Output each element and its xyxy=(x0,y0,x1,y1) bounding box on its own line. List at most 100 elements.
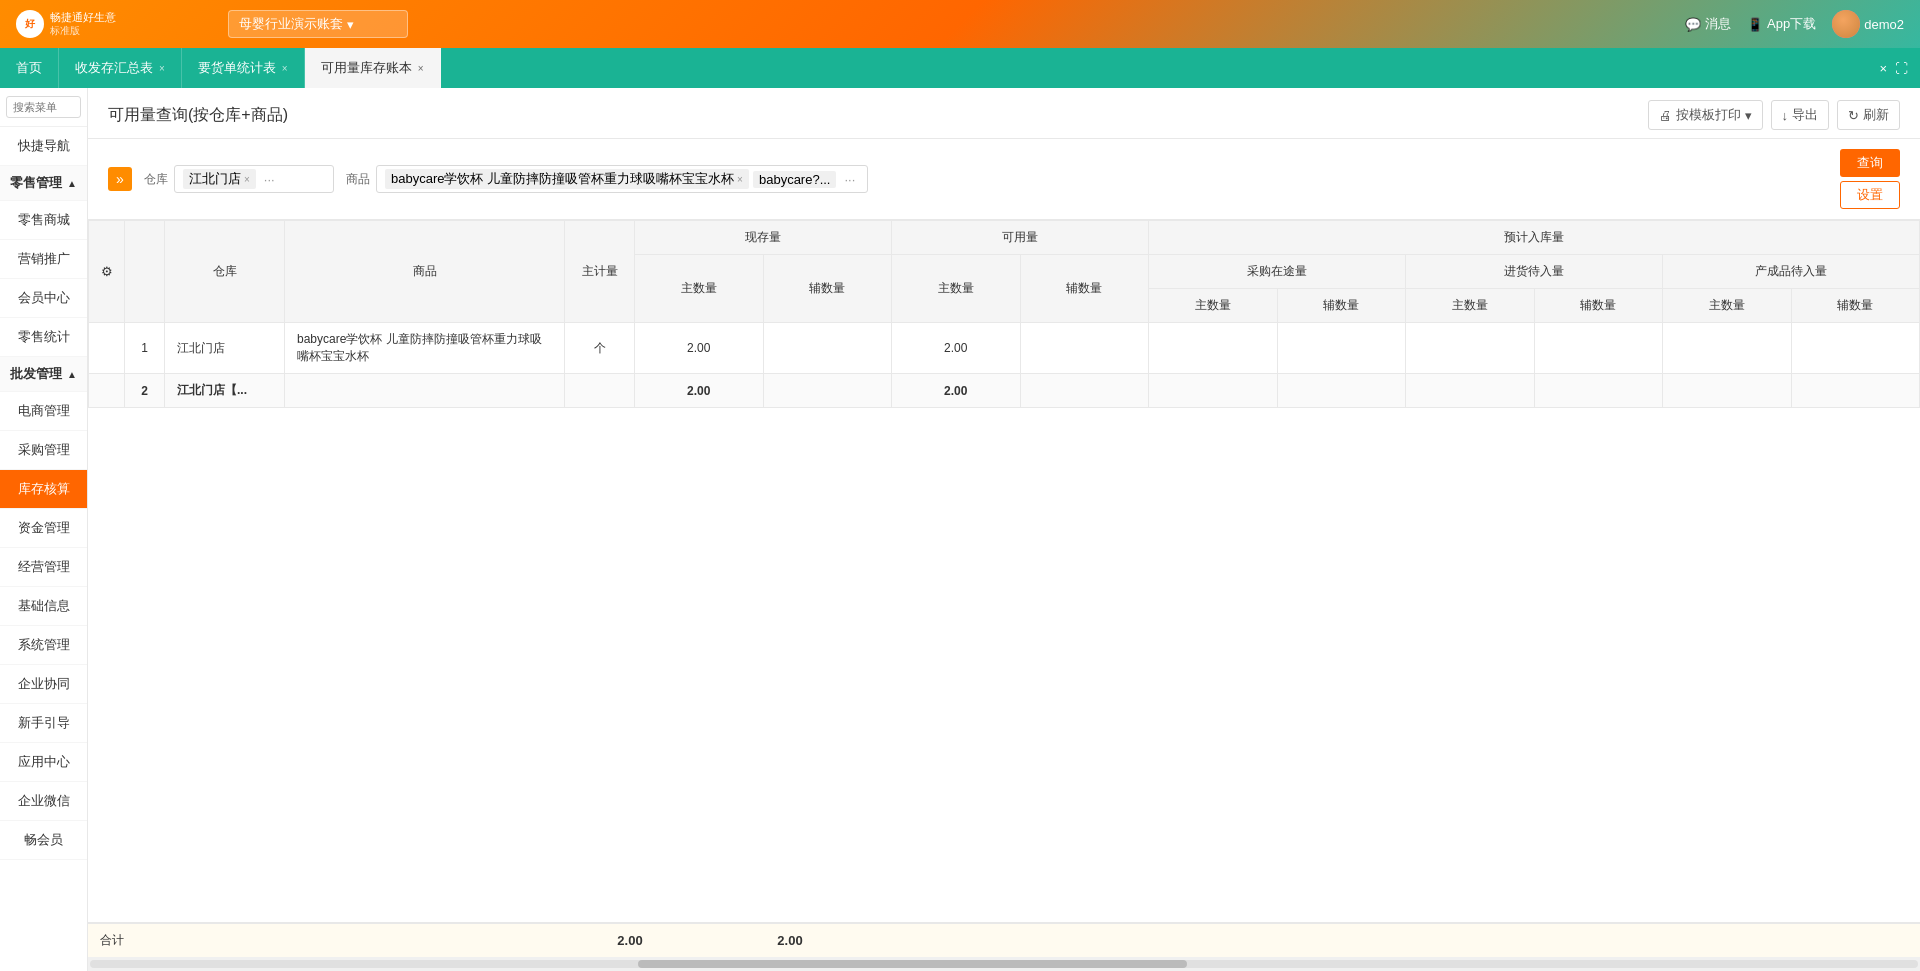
refresh-icon: ↻ xyxy=(1848,108,1859,123)
app-download-label: App下载 xyxy=(1767,15,1816,33)
print-button[interactable]: 🖨 按模板打印 ▾ xyxy=(1648,100,1763,130)
sidebar-item-basic-info[interactable]: 基础信息 xyxy=(0,587,87,626)
sidebar-item-app-center[interactable]: 应用中心 xyxy=(0,743,87,782)
message-icon: 💬 xyxy=(1685,17,1701,32)
footer-stock-aux xyxy=(670,933,750,948)
logo-icon: 好 xyxy=(16,10,44,38)
th-incoming-aux: 辅数量 xyxy=(1534,289,1663,323)
app-download-button[interactable]: 📱 App下载 xyxy=(1747,15,1816,33)
sidebar-item-member-vip[interactable]: 畅会员 xyxy=(0,821,87,860)
tab-receive-summary-close[interactable]: × xyxy=(159,63,165,74)
settings-button[interactable]: 设置 xyxy=(1840,181,1900,209)
warehouse-tag-remove[interactable]: × xyxy=(244,174,250,185)
th-purchase-group: 采购在途量 xyxy=(1149,255,1406,289)
export-button[interactable]: ↓ 导出 xyxy=(1771,100,1830,130)
tab-available-inventory[interactable]: 可用量库存账本 × xyxy=(305,48,441,88)
expand-button[interactable]: » xyxy=(108,167,132,191)
th-production-aux: 辅数量 xyxy=(1791,289,1920,323)
warehouse-tag-value: 江北门店 xyxy=(189,170,241,188)
sidebar-item-system-mgmt[interactable]: 系统管理 xyxy=(0,626,87,665)
sidebar-item-enterprise-wechat[interactable]: 企业微信 xyxy=(0,782,87,821)
sidebar-item-marketing[interactable]: 营销推广 xyxy=(0,240,87,279)
new-guide-label: 新手引导 xyxy=(18,715,70,730)
goods-filter-input[interactable]: babycare学饮杯 儿童防摔防撞吸管杯重力球吸嘴杯宝宝水杯 × babyca… xyxy=(376,165,868,193)
th-goods: 商品 xyxy=(285,221,565,323)
sidebar-item-retail-mgmt[interactable]: 零售管理 ▲ xyxy=(0,166,87,201)
logo-text-block: 畅捷通好生意 标准版 xyxy=(50,10,116,38)
main-layout: 快捷导航 零售管理 ▲ 零售商城 营销推广 会员中心 零售统计 批发管理 ▲ 电… xyxy=(0,88,1920,971)
footer-available-aux xyxy=(830,933,910,948)
goods-tag-1-remove[interactable]: × xyxy=(737,174,743,185)
scrollbar-thumb[interactable] xyxy=(638,960,1186,968)
wholesale-mgmt-arrow: ▲ xyxy=(67,369,77,380)
query-button[interactable]: 查询 xyxy=(1840,149,1900,177)
sidebar-item-quick-nav[interactable]: 快捷导航 xyxy=(0,127,87,166)
app-center-label: 应用中心 xyxy=(18,754,70,769)
avatar-image xyxy=(1832,10,1860,38)
export-label: 导出 xyxy=(1792,106,1818,124)
tab-receive-summary-label: 收发存汇总表 xyxy=(75,59,153,77)
goods-tag-1-value: babycare学饮杯 儿童防摔防撞吸管杯重力球吸嘴杯宝宝水杯 xyxy=(391,170,734,188)
th-no xyxy=(125,221,165,323)
tab-order-stats[interactable]: 要货单统计表 × xyxy=(182,48,305,88)
sidebar-item-inventory-check[interactable]: 库存核算 xyxy=(0,470,87,509)
retail-mgmt-arrow: ▲ xyxy=(67,178,77,189)
tab-home[interactable]: 首页 xyxy=(0,48,59,88)
scrollbar-track[interactable] xyxy=(90,960,1918,968)
page-actions: 🖨 按模板打印 ▾ ↓ 导出 ↻ 刷新 xyxy=(1648,100,1901,130)
close-all-icon[interactable]: × xyxy=(1879,61,1887,76)
goods-filter-dots[interactable]: ··· xyxy=(840,172,859,187)
sidebar-item-purchase[interactable]: 采购管理 xyxy=(0,431,87,470)
tab-order-stats-close[interactable]: × xyxy=(282,63,288,74)
inventory-check-label: 库存核算 xyxy=(18,481,70,496)
goods-tag-2: babycare?... xyxy=(753,171,837,188)
warehouse-filter-input[interactable]: 江北门店 × ··· xyxy=(174,165,334,193)
tab-available-inventory-label: 可用量库存账本 xyxy=(321,59,412,77)
industry-label: 母婴行业演示账套 xyxy=(239,15,343,33)
sidebar-item-finance[interactable]: 资金管理 xyxy=(0,509,87,548)
sidebar-item-retail-stats[interactable]: 零售统计 xyxy=(0,318,87,357)
th-stock-group: 现存量 xyxy=(635,221,892,255)
member-vip-label: 畅会员 xyxy=(24,832,63,847)
sidebar-item-operations[interactable]: 经营管理 xyxy=(0,548,87,587)
content-area: 可用量查询(按仓库+商品) 🖨 按模板打印 ▾ ↓ 导出 ↻ 刷新 » xyxy=(88,88,1920,971)
horizontal-scrollbar[interactable] xyxy=(88,957,1920,971)
fullscreen-icon[interactable]: ⛶ xyxy=(1895,61,1908,76)
download-icon: 📱 xyxy=(1747,17,1763,32)
th-production-group: 产成品待入量 xyxy=(1663,255,1920,289)
industry-selector[interactable]: 母婴行业演示账套 ▾ xyxy=(228,10,408,38)
sidebar-item-enterprise-collab[interactable]: 企业协同 xyxy=(0,665,87,704)
enterprise-collab-label: 企业协同 xyxy=(18,676,70,691)
print-label: 按模板打印 xyxy=(1676,106,1741,124)
sidebar-item-new-guide[interactable]: 新手引导 xyxy=(0,704,87,743)
filter-actions: 查询 设置 xyxy=(1840,149,1900,209)
top-bar: 好 畅捷通好生意 标准版 母婴行业演示账套 ▾ 💬 消息 📱 App下载 dem… xyxy=(0,0,1920,48)
export-icon: ↓ xyxy=(1782,108,1789,123)
app-edition: 标准版 xyxy=(50,24,116,38)
table-footer: 合计 2.00 2.00 xyxy=(88,922,1920,957)
purchase-label: 采购管理 xyxy=(18,442,70,457)
main-table: ⚙ 仓库 商品 主计量 现存量 可用量 预计入库量 主数量 辅数量 主数量 xyxy=(88,220,1920,408)
tab-available-inventory-close[interactable]: × xyxy=(418,63,424,74)
member-center-label: 会员中心 xyxy=(18,290,70,305)
th-available-aux: 辅数量 xyxy=(1020,255,1149,323)
tab-receive-summary[interactable]: 收发存汇总表 × xyxy=(59,48,182,88)
th-main-unit: 主计量 xyxy=(565,221,635,323)
ecommerce-label: 电商管理 xyxy=(18,403,70,418)
sidebar-item-ecommerce[interactable]: 电商管理 xyxy=(0,392,87,431)
filter-row: » 仓库 江北门店 × ··· 商品 babycare学饮杯 儿童防摔防撞吸管杯… xyxy=(88,139,1920,220)
gear-icon[interactable]: ⚙ xyxy=(101,264,113,279)
warehouse-filter-group: 仓库 江北门店 × ··· xyxy=(144,165,334,193)
sidebar-item-wholesale-mgmt[interactable]: 批发管理 ▲ xyxy=(0,357,87,392)
sidebar-item-retail-mall[interactable]: 零售商城 xyxy=(0,201,87,240)
logo-area: 好 畅捷通好生意 标准版 xyxy=(16,10,216,38)
refresh-button[interactable]: ↻ 刷新 xyxy=(1837,100,1900,130)
sidebar-quick-nav-label: 快捷导航 xyxy=(18,138,70,153)
sidebar-item-member-center[interactable]: 会员中心 xyxy=(0,279,87,318)
search-input[interactable] xyxy=(6,96,81,118)
th-stock-main: 主数量 xyxy=(635,255,764,323)
basic-info-label: 基础信息 xyxy=(18,598,70,613)
warehouse-filter-dots[interactable]: ··· xyxy=(260,172,279,187)
message-button[interactable]: 💬 消息 xyxy=(1685,15,1731,33)
user-profile[interactable]: demo2 xyxy=(1832,10,1904,38)
